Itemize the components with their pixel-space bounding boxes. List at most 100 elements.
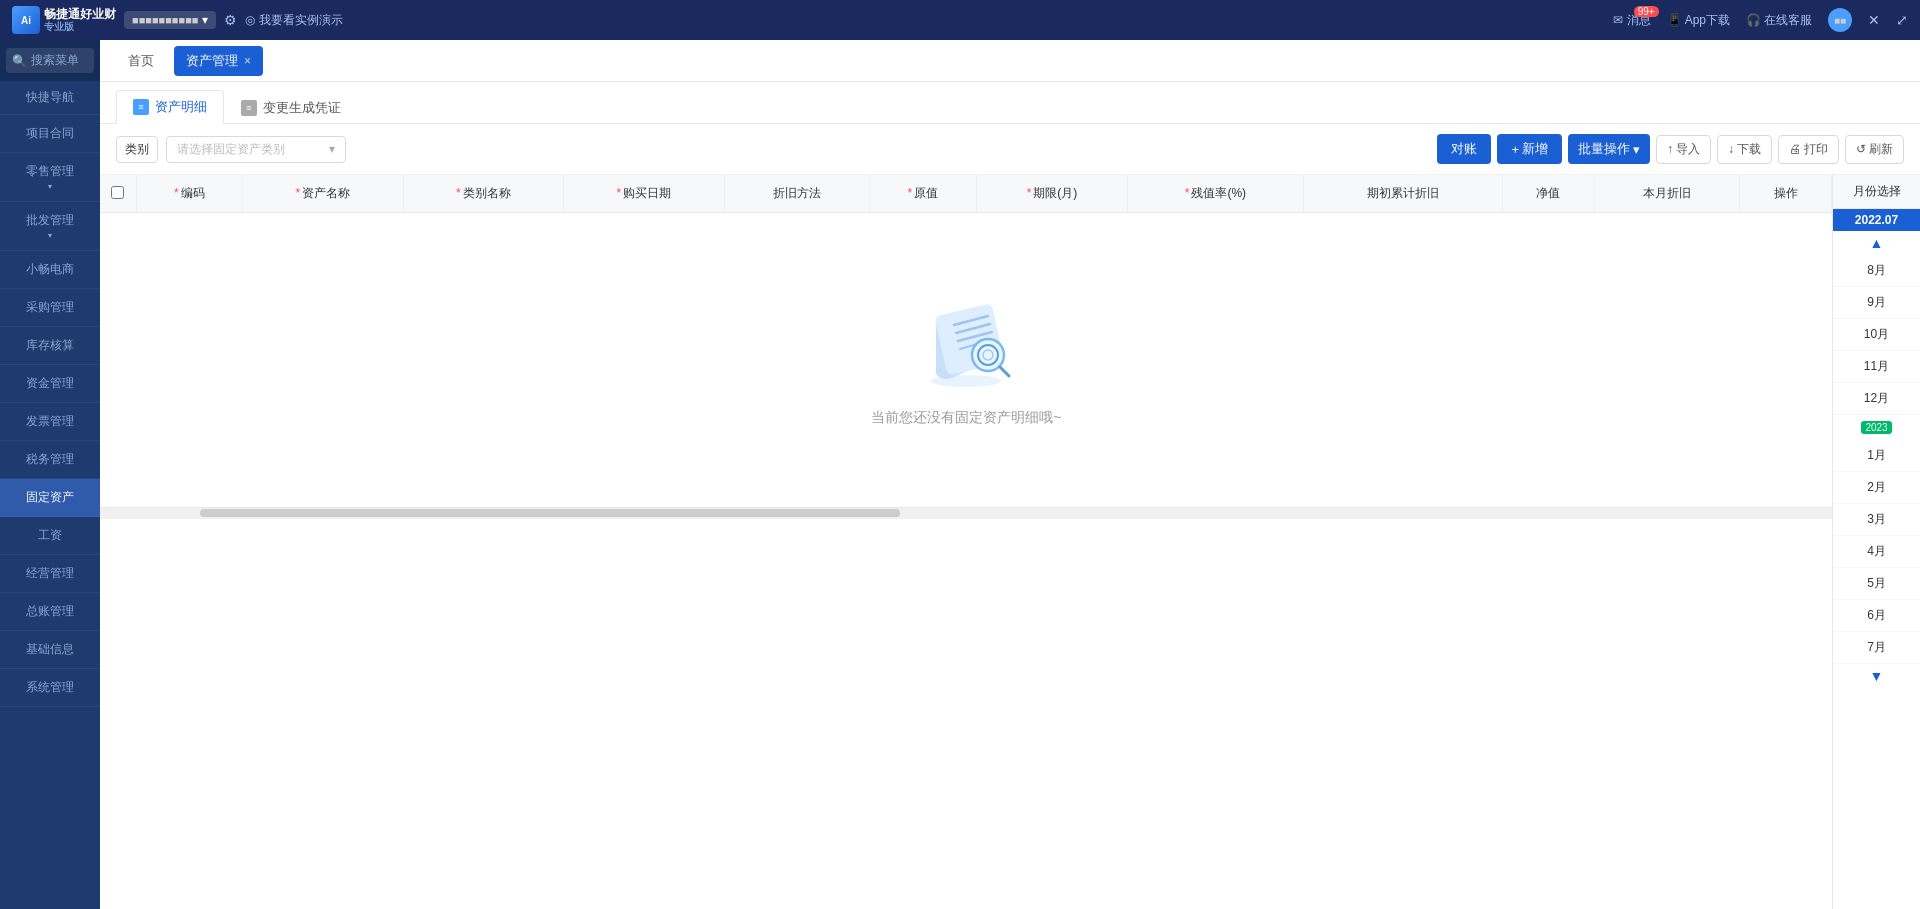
settings-icon[interactable]: ⚙ xyxy=(224,12,237,28)
batch-label: 批量操作 xyxy=(1578,140,1630,158)
svg-line-7 xyxy=(1000,367,1009,376)
sidebar-item-tax[interactable]: 税务管理 xyxy=(0,441,100,479)
horizontal-scrollbar[interactable] xyxy=(100,507,1832,519)
sidebar-item-basic-info[interactable]: 基础信息 xyxy=(0,631,100,669)
month-nav-down[interactable]: ▼ xyxy=(1833,664,1920,688)
sidebar-item-label: 系统管理 xyxy=(26,679,74,696)
add-btn[interactable]: + 新增 xyxy=(1497,134,1562,164)
sidebar-item-label: 项目合同 xyxy=(26,125,74,142)
company-selector[interactable]: ■■■■■■■■■■ ▾ xyxy=(124,11,216,29)
scrollbar-thumb[interactable] xyxy=(200,509,900,517)
month-9[interactable]: 9月 xyxy=(1833,287,1920,319)
month-8[interactable]: 8月 xyxy=(1833,255,1920,287)
th-residual-rate: *残值率(%) xyxy=(1128,175,1303,213)
messages-btn[interactable]: ✉ 消息 99+ xyxy=(1613,12,1651,29)
refresh-icon: ↺ xyxy=(1856,142,1866,156)
sidebar-item-invoice[interactable]: 发票管理 xyxy=(0,403,100,441)
sidebar-item-label: 资金管理 xyxy=(26,375,74,392)
import-btn[interactable]: ↑ 导入 xyxy=(1656,135,1711,164)
tab-home[interactable]: 首页 xyxy=(112,46,170,76)
sidebar-item-wholesale[interactable]: 批发管理 ▾ xyxy=(0,202,100,251)
sidebar-item-quick-nav[interactable]: 快捷导航 xyxy=(0,81,100,115)
company-name: ■■■■■■■■■■ xyxy=(132,14,198,26)
download-btn[interactable]: ↓ 下载 xyxy=(1717,135,1772,164)
print-btn[interactable]: 🖨 打印 xyxy=(1778,135,1839,164)
tab-change-voucher[interactable]: ≡ 变更生成凭证 xyxy=(224,91,358,124)
sidebar-item-label: 批发管理 xyxy=(26,212,74,229)
th-checkbox xyxy=(100,175,136,213)
table-month-container: *编码 *资产名称 *类别名称 *购买日期 折旧方法 *原值 *期限(月) *残… xyxy=(100,175,1920,909)
dropdown-icon: ▾ xyxy=(202,13,208,27)
month-6[interactable]: 6月 xyxy=(1833,600,1920,632)
sidebar-item-label: 工资 xyxy=(38,527,62,544)
month-3[interactable]: 3月 xyxy=(1833,504,1920,536)
tab-asset-detail[interactable]: ≡ 资产明细 xyxy=(116,90,224,124)
sidebar-item-funds[interactable]: 资金管理 xyxy=(0,365,100,403)
year-2023-badge: 2023 xyxy=(1861,421,1891,434)
headset-icon: 🎧 xyxy=(1746,13,1761,27)
main-layout: 🔍 类别 搜索菜单 快捷导航 项目合同 零售管理 ▾ 批发管理 ▾ 小畅电商 采… xyxy=(0,40,1920,909)
top-bar: Ai 畅捷通好业财 专业版 ■■■■■■■■■■ ▾ ⚙ ◎ 我要看实例演示 ✉… xyxy=(0,0,1920,40)
sidebar-item-retail[interactable]: 零售管理 ▾ xyxy=(0,153,100,202)
close-window-btn[interactable]: ✕ xyxy=(1868,12,1880,28)
batch-arrow-icon: ▾ xyxy=(1633,142,1640,157)
month-7[interactable]: 7月 xyxy=(1833,632,1920,664)
expand-btn[interactable]: ⤢ xyxy=(1896,12,1908,28)
sidebar-item-project-contract[interactable]: 项目合同 xyxy=(0,115,100,153)
sidebar-item-inventory[interactable]: 库存核算 xyxy=(0,327,100,365)
sidebar-item-system[interactable]: 系统管理 xyxy=(0,669,100,707)
sidebar-item-label: 小畅电商 xyxy=(26,261,74,278)
app-edition: 专业版 xyxy=(44,21,116,33)
sidebar-item-ecommerce[interactable]: 小畅电商 xyxy=(0,251,100,289)
category-filter[interactable]: 类别 xyxy=(116,136,158,163)
th-operation: 操作 xyxy=(1740,175,1832,213)
user-avatar[interactable]: ■■ xyxy=(1828,8,1852,32)
month-1[interactable]: 1月 xyxy=(1833,440,1920,472)
tab-bar: 首页 资产管理 × xyxy=(100,40,1920,82)
demo-link[interactable]: ◎ 我要看实例演示 xyxy=(245,12,343,29)
batch-ops-btn[interactable]: 批量操作 ▾ xyxy=(1568,134,1650,164)
month-nav-up[interactable]: ▲ xyxy=(1833,231,1920,255)
th-monthly-dep: 本月折旧 xyxy=(1594,175,1740,213)
refresh-btn[interactable]: ↺ 刷新 xyxy=(1845,135,1904,164)
month-5[interactable]: 5月 xyxy=(1833,568,1920,600)
th-depreciation-method: 折旧方法 xyxy=(724,175,870,213)
app-download-btn[interactable]: 📱 App下载 xyxy=(1667,12,1730,29)
sidebar-item-label: 发票管理 xyxy=(26,413,74,430)
add-label: 新增 xyxy=(1522,140,1548,158)
filter-placeholder: 请选择固定资产类别 xyxy=(177,141,285,158)
month-11[interactable]: 11月 xyxy=(1833,351,1920,383)
sidebar-search[interactable]: 🔍 类别 搜索菜单 xyxy=(0,40,100,81)
sidebar-item-label: 基础信息 xyxy=(26,641,74,658)
category-input[interactable]: 请选择固定资产类别 ▾ xyxy=(166,136,346,163)
online-service-btn[interactable]: 🎧 在线客服 xyxy=(1746,12,1812,29)
avatar-text: ■■ xyxy=(1834,15,1846,26)
sidebar-item-operations[interactable]: 经营管理 xyxy=(0,555,100,593)
sidebar-item-fixed-assets[interactable]: 固定资产 xyxy=(0,479,100,517)
sidebar-item-purchase[interactable]: 采购管理 xyxy=(0,289,100,327)
month-12[interactable]: 12月 xyxy=(1833,383,1920,415)
year-2022-header[interactable]: 2022.07 xyxy=(1833,209,1920,231)
sidebar-item-salary[interactable]: 工资 xyxy=(0,517,100,555)
demo-circle-icon: ◎ xyxy=(245,13,255,27)
sidebar-item-label: 总账管理 xyxy=(26,603,74,620)
phone-icon: 📱 xyxy=(1667,13,1682,27)
app-name: 畅捷通好业财 xyxy=(44,7,116,21)
toolbar: 类别 请选择固定资产类别 ▾ 对账 + 新增 批量操作 ▾ ↑ 导入 xyxy=(100,124,1920,175)
sidebar-item-ledger[interactable]: 总账管理 xyxy=(0,593,100,631)
month-10[interactable]: 10月 xyxy=(1833,319,1920,351)
month-4[interactable]: 4月 xyxy=(1833,536,1920,568)
tab-asset-management[interactable]: 资产管理 × xyxy=(174,46,263,76)
select-all-checkbox[interactable] xyxy=(111,186,124,199)
tab-close-btn[interactable]: × xyxy=(244,54,251,68)
reconcile-btn[interactable]: 对账 xyxy=(1437,134,1491,164)
chevron-down-icon: ▾ xyxy=(48,231,52,240)
th-accumulated-dep: 期初累计折旧 xyxy=(1303,175,1502,213)
year-2023-badge-row: 2023 xyxy=(1833,415,1920,440)
messages-badge: 99+ xyxy=(1634,6,1659,17)
month-2[interactable]: 2月 xyxy=(1833,472,1920,504)
plus-icon: + xyxy=(1511,142,1519,157)
th-purchase-date: *购买日期 xyxy=(564,175,724,213)
search-icon: 🔍 xyxy=(12,54,27,68)
th-net-value: 净值 xyxy=(1502,175,1594,213)
